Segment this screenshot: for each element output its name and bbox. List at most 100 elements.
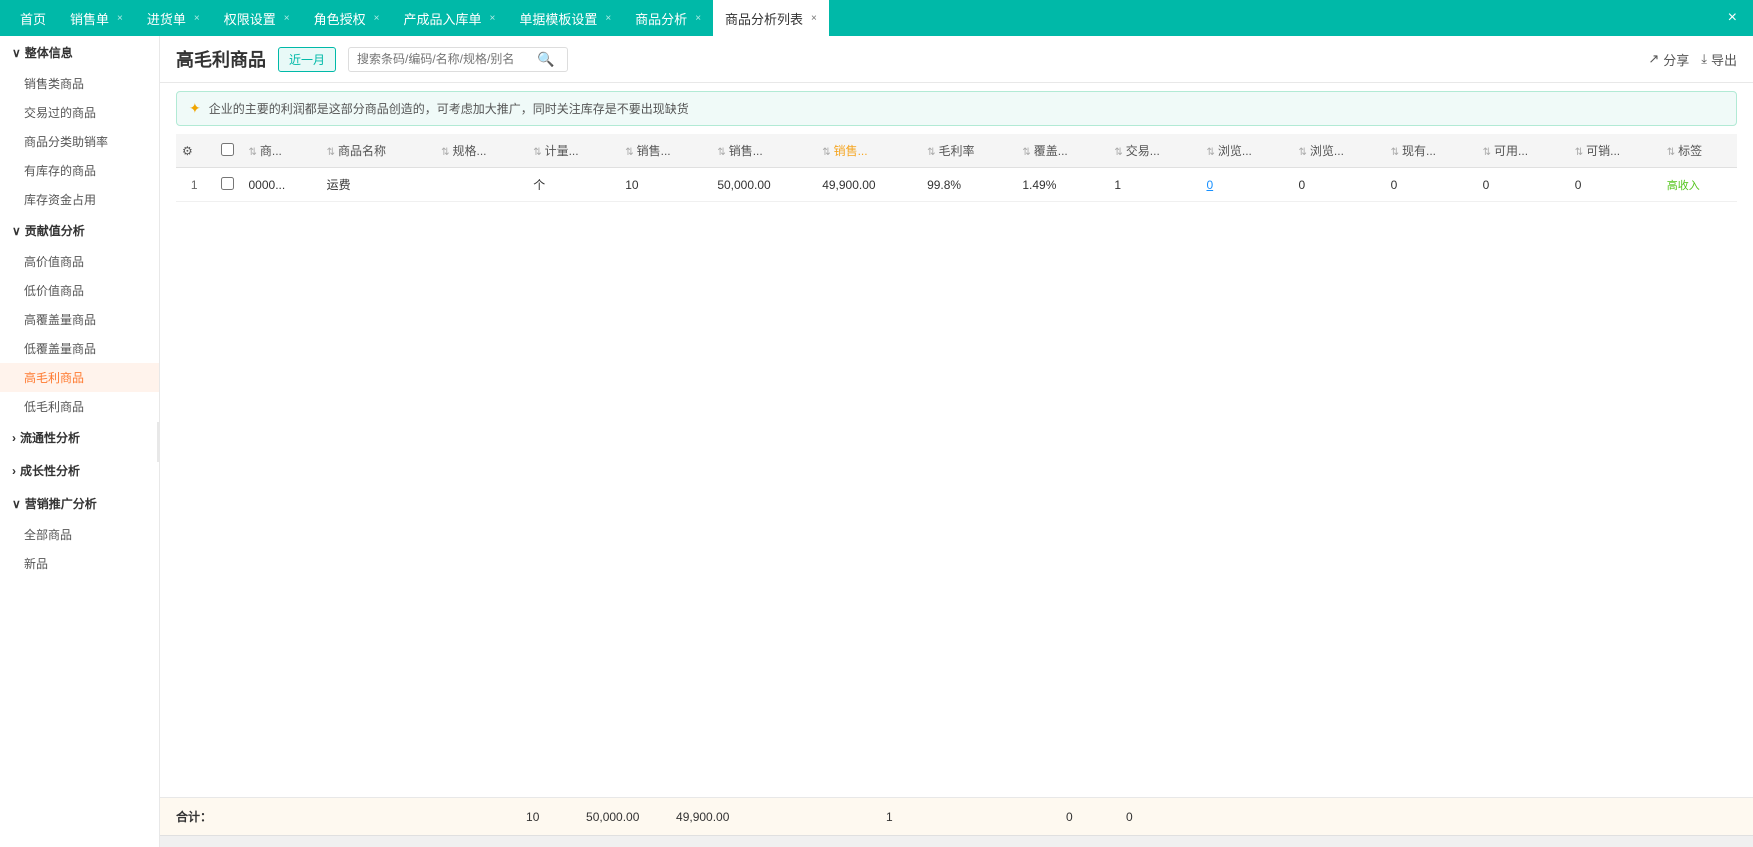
tab-home[interactable]: 首页 (8, 0, 58, 36)
close-all-tabs[interactable]: × (1720, 9, 1745, 27)
summary-sale-profit: 49,900.00 (670, 810, 760, 824)
close-tab-product-analysis-list[interactable]: × (811, 13, 817, 24)
table-row: 1 0000... 运费 个 10 50,000.00 49,900.00 99… (176, 168, 1737, 202)
col-view1[interactable]: 浏览... (1200, 134, 1292, 168)
top-nav: 首页 销售单 × 进货单 × 权限设置 × 角色授权 × 产成品入库单 × 单据… (0, 0, 1753, 36)
search-box: 🔍 (348, 47, 568, 72)
cell-code: 0000... (243, 168, 321, 202)
col-tag[interactable]: 标签 (1661, 134, 1737, 168)
col-available-stock[interactable]: 可用... (1477, 134, 1569, 168)
info-text: 企业的主要的利润都是这部分商品创造的，可考虑加大推广，同时关注库存是不要出现缺货 (209, 100, 689, 117)
col-transaction[interactable]: 交易... (1108, 134, 1200, 168)
sidebar-item-high-coverage[interactable]: 高覆盖量商品 (0, 305, 159, 334)
info-banner: ✦ 企业的主要的利润都是这部分商品创造的，可考虑加大推广，同时关注库存是不要出现… (176, 91, 1737, 126)
cell-sale-amount: 50,000.00 (711, 168, 816, 202)
table-container: ⚙ 商... 商品名称 规格... 计量... 销售... 销售... 销售..… (160, 134, 1753, 797)
tab-purchase[interactable]: 进货单 × (135, 0, 212, 36)
summary-available-stock: 0 (1120, 810, 1180, 824)
cell-gross-margin: 99.8% (921, 168, 1016, 202)
col-sale-qty[interactable]: 销售... (619, 134, 711, 168)
tab-permissions[interactable]: 权限设置 × (212, 0, 302, 36)
col-name[interactable]: 商品名称 (321, 134, 436, 168)
cell-transaction: 1 (1108, 168, 1200, 202)
cell-view1[interactable]: 0 (1200, 168, 1292, 202)
share-button[interactable]: ↗ 分享 (1648, 50, 1689, 69)
tab-roles[interactable]: 角色授权 × (302, 0, 392, 36)
close-tab-templates[interactable]: × (605, 13, 611, 24)
summary-sale-qty: 10 (520, 810, 580, 824)
close-tab-permissions[interactable]: × (284, 13, 290, 24)
cell-tag: 高收入 (1661, 168, 1737, 202)
header-actions: ↗ 分享 ⤓ 导出 (1648, 50, 1737, 69)
summary-current-stock: 0 (1060, 810, 1120, 824)
sidebar-item-traded-goods[interactable]: 交易过的商品 (0, 98, 159, 127)
sidebar-item-high-value[interactable]: 高价值商品 (0, 247, 159, 276)
sidebar-item-low-margin[interactable]: 低毛利商品 (0, 392, 159, 421)
sidebar-collapse-button[interactable]: « (157, 422, 160, 462)
sidebar-item-low-coverage[interactable]: 低覆盖量商品 (0, 334, 159, 363)
search-icon[interactable]: 🔍 (537, 51, 554, 68)
col-saleable-stock[interactable]: 可销... (1569, 134, 1661, 168)
footer-summary: 合计： 10 50,000.00 49,900.00 1 0 0 (160, 797, 1753, 835)
sidebar-item-high-margin[interactable]: 高毛利商品 (0, 363, 159, 392)
sidebar-group-growth[interactable]: › 成长性分析 (0, 454, 159, 487)
cell-spec (435, 168, 527, 202)
col-coverage[interactable]: 覆盖... (1016, 134, 1108, 168)
col-sale-profit[interactable]: 销售... (816, 134, 921, 168)
close-tab-inbound[interactable]: × (489, 13, 495, 24)
export-button[interactable]: ⤓ 导出 (1701, 50, 1737, 69)
export-icon: ⤓ (1701, 51, 1707, 67)
summary-label: 合计： (176, 808, 212, 825)
col-code[interactable]: 商... (243, 134, 321, 168)
sidebar-item-low-value[interactable]: 低价值商品 (0, 276, 159, 305)
sidebar-group-marketing[interactable]: ∨ 营销推广分析 (0, 487, 159, 520)
col-spec[interactable]: 规格... (435, 134, 527, 168)
sidebar-group-contribution[interactable]: ∨ 贡献值分析 (0, 214, 159, 247)
close-tab-purchase[interactable]: × (194, 13, 200, 24)
sidebar-group-overall[interactable]: ∨ 整体信息 (0, 36, 159, 69)
tab-sales[interactable]: 销售单 × (58, 0, 135, 36)
col-view2[interactable]: 浏览... (1293, 134, 1385, 168)
col-checkbox (213, 134, 243, 168)
share-icon: ↗ (1648, 51, 1659, 67)
main-area: « ∨ 整体信息 销售类商品 交易过的商品 商品分类助销率 有库存的商品 库存资… (0, 36, 1753, 847)
cell-view2: 0 (1293, 168, 1385, 202)
row-number: 1 (176, 168, 213, 202)
col-setting[interactable]: ⚙ (176, 134, 213, 168)
tab-inbound[interactable]: 产成品入库单 × (391, 0, 507, 36)
cell-sale-profit: 49,900.00 (816, 168, 921, 202)
cell-current-stock: 0 (1385, 168, 1477, 202)
sidebar-item-in-stock[interactable]: 有库存的商品 (0, 156, 159, 185)
col-unit[interactable]: 计量... (527, 134, 619, 168)
close-tab-roles[interactable]: × (374, 13, 380, 24)
sidebar-item-sales-goods[interactable]: 销售类商品 (0, 69, 159, 98)
horizontal-scrollbar[interactable] (160, 835, 1753, 847)
close-tab-product-analysis[interactable]: × (695, 13, 701, 24)
products-table: ⚙ 商... 商品名称 规格... 计量... 销售... 销售... 销售..… (176, 134, 1737, 202)
sidebar-group-liquidity[interactable]: › 流通性分析 (0, 421, 159, 454)
summary-sale-amount: 50,000.00 (580, 810, 670, 824)
cell-saleable-stock: 0 (1569, 168, 1661, 202)
cell-name: 运费 (321, 168, 436, 202)
tab-templates[interactable]: 单据模板设置 × (507, 0, 623, 36)
tab-product-analysis[interactable]: 商品分析 × (623, 0, 713, 36)
info-icon: ✦ (189, 100, 201, 117)
select-all-checkbox[interactable] (221, 143, 234, 156)
page-title: 高毛利商品 (176, 46, 266, 72)
content-area: 高毛利商品 近一月 🔍 ↗ 分享 ⤓ 导出 ✦ 企业的主要的利润都是这部分商品创… (160, 36, 1753, 847)
row-checkbox[interactable] (221, 177, 234, 190)
cell-sale-qty: 10 (619, 168, 711, 202)
tab-product-analysis-list[interactable]: 商品分析列表 × (713, 0, 829, 36)
close-tab-sales[interactable]: × (117, 13, 123, 24)
sidebar-item-stock-capital[interactable]: 库存资金占用 (0, 185, 159, 214)
col-sale-amount[interactable]: 销售... (711, 134, 816, 168)
table-header-row: ⚙ 商... 商品名称 规格... 计量... 销售... 销售... 销售..… (176, 134, 1737, 168)
sidebar-item-category-rate[interactable]: 商品分类助销率 (0, 127, 159, 156)
sidebar-item-all-goods[interactable]: 全部商品 (0, 520, 159, 549)
summary-transaction: 1 (880, 810, 940, 824)
col-gross-margin[interactable]: 毛利率 (921, 134, 1016, 168)
filter-period-button[interactable]: 近一月 (278, 47, 336, 72)
sidebar-item-new-goods[interactable]: 新品 (0, 549, 159, 578)
col-current-stock[interactable]: 现有... (1385, 134, 1477, 168)
search-input[interactable] (357, 52, 537, 66)
